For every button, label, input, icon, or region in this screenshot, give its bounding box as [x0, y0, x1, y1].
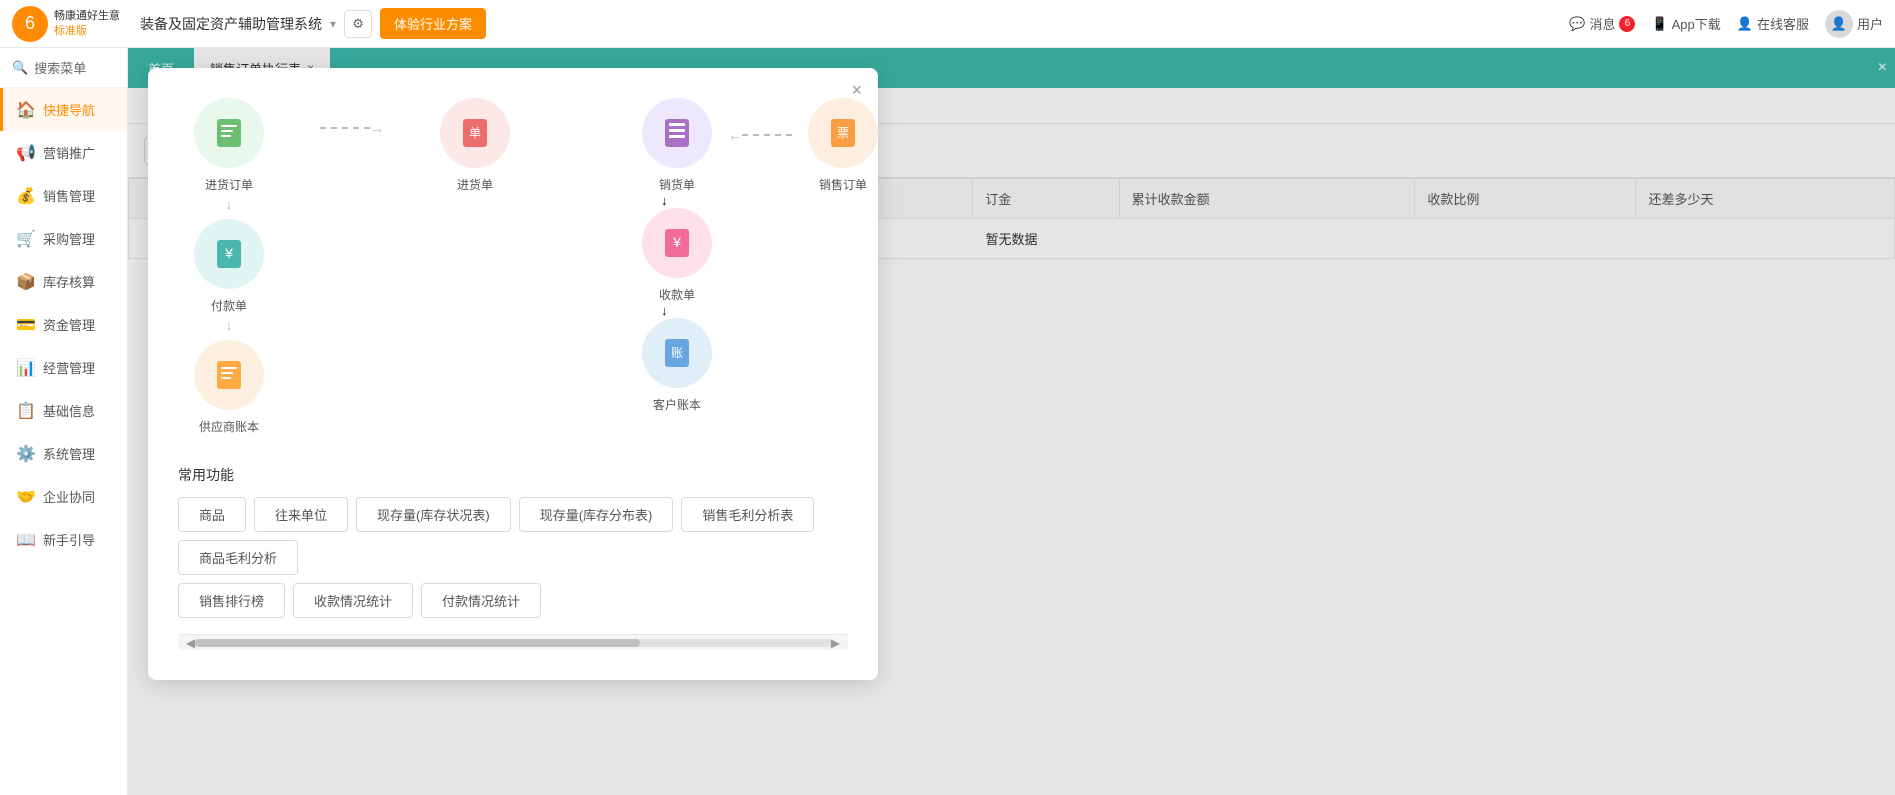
- flow-node-sales-order[interactable]: 票 销售订单: [808, 98, 878, 193]
- scroll-track: [195, 639, 831, 647]
- home-icon: 🏠: [17, 101, 35, 119]
- sidebar-item-operation[interactable]: 📊 经营管理: [0, 346, 127, 389]
- purchase-slip-red-icon: 单: [440, 98, 510, 168]
- svg-text:¥: ¥: [672, 234, 681, 250]
- func-btn-stock-status[interactable]: 现存量(库存状况表): [356, 497, 511, 532]
- logo-icon: 6: [12, 6, 48, 42]
- top-right-actions: 💬 消息 6 📱 App下载 👤 在线客服 👤 用户: [1569, 10, 1883, 38]
- finance-icon: 💳: [17, 316, 35, 334]
- common-func-title: 常用功能: [178, 465, 848, 485]
- flow-node-purchase-slip-red[interactable]: 单 进货单: [440, 98, 510, 193]
- user-menu[interactable]: 👤 用户: [1825, 10, 1883, 38]
- right-flow-col: 单 进货单: [424, 98, 526, 193]
- marketing-icon: 📢: [17, 144, 35, 162]
- message-badge: 6: [1619, 16, 1635, 32]
- flow-diagram: 进货订单 ↓ ¥ 付款单 ↓: [178, 98, 848, 435]
- flow-node-receipt-slip[interactable]: ¥ 收款单: [642, 208, 712, 303]
- avatar: 👤: [1825, 10, 1853, 38]
- guide-icon: 📖: [17, 531, 35, 549]
- sidebar-item-basic[interactable]: 📋 基础信息: [0, 389, 127, 432]
- flow-node-purchase-slip[interactable]: ¥ 付款单: [194, 219, 264, 314]
- search-icon: 🔍: [12, 60, 28, 76]
- func-btn-payment-stats[interactable]: 付款情况统计: [421, 583, 541, 618]
- common-functions: 常用功能 商品 往来单位 现存量(库存状况表) 现存量(库存分布表) 销售毛利分…: [178, 465, 848, 618]
- system-title: 装备及固定资产辅助管理系统 ▾ ⚙ 体验行业方案: [140, 8, 1569, 39]
- supplier-ledger-icon: [194, 340, 264, 410]
- main-area: 🔍 搜索菜单 🏠 快捷导航 📢 营销推广 💰 销售管理 🛒 采购管理 📦: [0, 48, 1895, 795]
- download-icon: 📱: [1651, 16, 1667, 32]
- sales-order-icon: 票: [808, 98, 878, 168]
- system-name: 装备及固定资产辅助管理系统: [140, 14, 322, 34]
- message-icon: 💬: [1569, 16, 1585, 32]
- purchase-order-icon: [194, 98, 264, 168]
- svg-text:¥: ¥: [224, 245, 233, 261]
- app-download-button[interactable]: 📱 App下载: [1651, 14, 1720, 33]
- popup-close-button[interactable]: ×: [851, 80, 862, 101]
- func-btn-sales-margin[interactable]: 销售毛利分析表: [681, 497, 814, 532]
- flow-node-customer-ledger[interactable]: 账 客户账本: [642, 318, 712, 413]
- func-btn-sales-rank[interactable]: 销售排行榜: [178, 583, 285, 618]
- svg-text:单: 单: [469, 126, 481, 140]
- scroll-right-arrow[interactable]: ▶: [831, 636, 840, 650]
- content-area: 首页 销售订单执行表 × × ❓ 帮助 🖨 按模板打印 ▾: [128, 48, 1895, 795]
- sidebar-item-sales[interactable]: 💰 销售管理: [0, 174, 127, 217]
- sidebar-item-purchase[interactable]: 🛒 采购管理: [0, 217, 127, 260]
- sidebar: 🔍 搜索菜单 🏠 快捷导航 📢 营销推广 💰 销售管理 🛒 采购管理 📦: [0, 48, 128, 795]
- receipt-slip-icon: ¥: [642, 208, 712, 278]
- sales-icon: 💰: [17, 187, 35, 205]
- top-bar: 6 畅康通好生意 标准版 装备及固定资产辅助管理系统 ▾ ⚙ 体验行业方案 💬 …: [0, 0, 1895, 48]
- app-container: 6 畅康通好生意 标准版 装备及固定资产辅助管理系统 ▾ ⚙ 体验行业方案 💬 …: [0, 0, 1895, 795]
- sidebar-item-system[interactable]: ⚙️ 系统管理: [0, 432, 127, 475]
- customer-ledger-icon: 账: [642, 318, 712, 388]
- scroll-left-arrow[interactable]: ◀: [186, 636, 195, 650]
- sidebar-item-marketing[interactable]: 📢 营销推广: [0, 131, 127, 174]
- popup-panel: × 进货订单 ↓: [148, 68, 878, 680]
- sales-flow-col: 销货单 ← 票 销售订单: [626, 98, 894, 413]
- popup-overlay: × 进货订单 ↓: [128, 48, 1895, 795]
- h-arrow-1: →: [320, 98, 384, 136]
- flow-node-supplier-ledger[interactable]: 供应商账本: [194, 340, 264, 435]
- func-btn-product-margin[interactable]: 商品毛利分析: [178, 540, 298, 575]
- settings-button[interactable]: ⚙: [344, 10, 372, 38]
- logo-text: 畅康通好生意 标准版: [54, 9, 120, 38]
- func-buttons-row1: 商品 往来单位 现存量(库存状况表) 现存量(库存分布表) 销售毛利分析表 商品…: [178, 497, 848, 575]
- sidebar-item-inventory[interactable]: 📦 库存核算: [0, 260, 127, 303]
- arrow-down-2: ↓: [226, 318, 233, 332]
- scroll-bar: ◀ ▶: [178, 634, 848, 650]
- svg-text:账: 账: [671, 346, 683, 360]
- arrow-down-receipt: ↓: [661, 303, 668, 318]
- func-btn-stock-dist[interactable]: 现存量(库存分布表): [519, 497, 674, 532]
- inventory-icon: 📦: [17, 273, 35, 291]
- func-btn-product[interactable]: 商品: [178, 497, 246, 532]
- logo-area: 6 畅康通好生意 标准版: [12, 6, 140, 42]
- collab-icon: 🤝: [17, 488, 35, 506]
- arrow-down-1: ↓: [226, 197, 233, 211]
- message-button[interactable]: 💬 消息 6: [1569, 14, 1635, 33]
- svg-text:票: 票: [837, 126, 849, 140]
- sidebar-item-quick[interactable]: 🏠 快捷导航: [0, 88, 127, 131]
- func-btn-receipt-stats[interactable]: 收款情况统计: [293, 583, 413, 618]
- system-icon: ⚙️: [17, 445, 35, 463]
- func-btn-counterpart[interactable]: 往来单位: [254, 497, 348, 532]
- search-menu[interactable]: 🔍 搜索菜单: [0, 48, 127, 88]
- basic-icon: 📋: [17, 402, 35, 420]
- purchase-icon: 🛒: [17, 230, 35, 248]
- dropdown-icon[interactable]: ▾: [330, 17, 336, 31]
- sales-slip-icon: [642, 98, 712, 168]
- flow-node-purchase-order[interactable]: 进货订单: [194, 98, 264, 193]
- func-buttons-row2: 销售排行榜 收款情况统计 付款情况统计: [178, 583, 848, 618]
- sidebar-item-guide[interactable]: 📖 新手引导: [0, 518, 127, 561]
- service-icon: 👤: [1737, 16, 1753, 32]
- operation-icon: 📊: [17, 359, 35, 377]
- flow-node-sales-slip[interactable]: 销货单: [642, 98, 712, 193]
- scroll-thumb[interactable]: [195, 639, 640, 647]
- sidebar-item-finance[interactable]: 💳 资金管理: [0, 303, 127, 346]
- arrow-down-sales: ↓: [661, 193, 668, 208]
- trial-button[interactable]: 体验行业方案: [380, 8, 486, 39]
- left-flow-col: 进货订单 ↓ ¥ 付款单 ↓: [178, 98, 280, 435]
- sidebar-item-collab[interactable]: 🤝 企业协同: [0, 475, 127, 518]
- online-service-button[interactable]: 👤 在线客服: [1737, 14, 1809, 33]
- purchase-slip-icon: ¥: [194, 219, 264, 289]
